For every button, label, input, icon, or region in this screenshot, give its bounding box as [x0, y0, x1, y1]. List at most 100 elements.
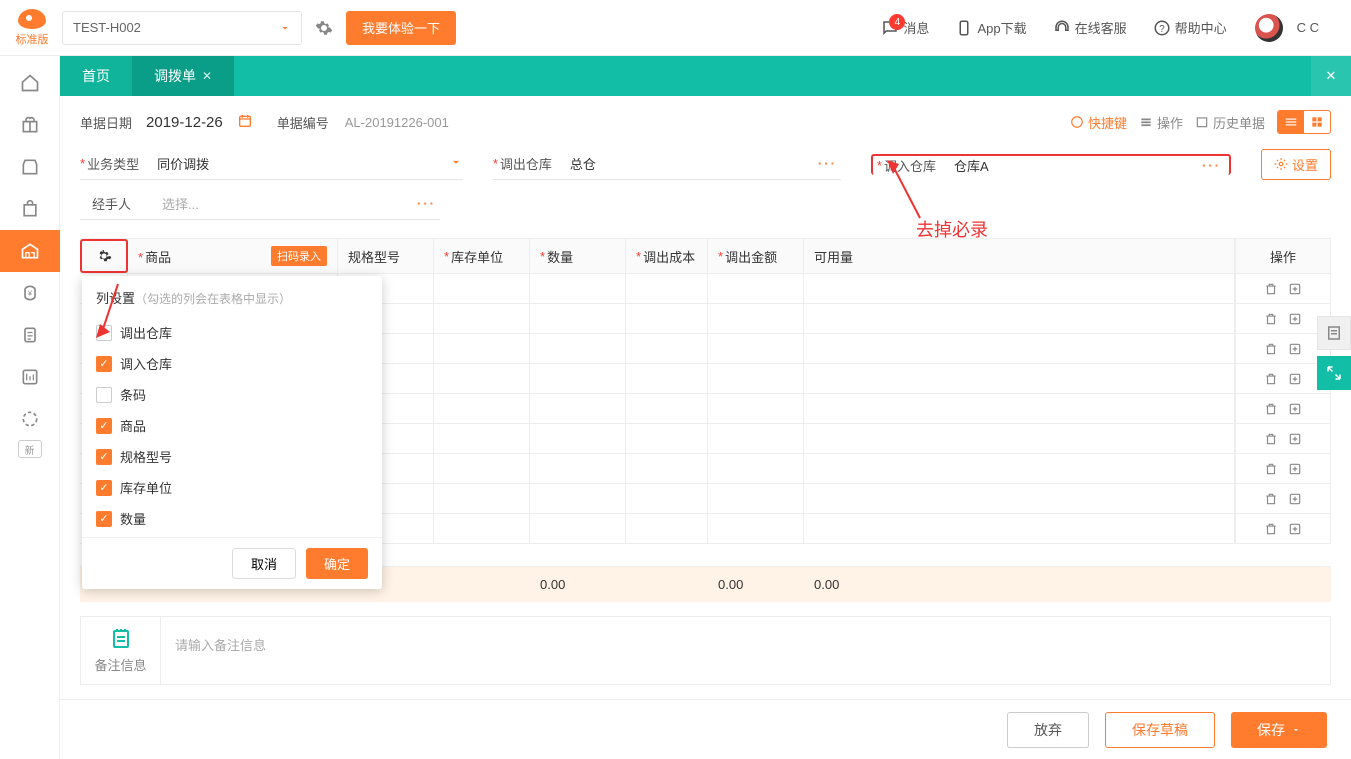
more-icon[interactable]: ···: [814, 156, 841, 171]
float-expand-button[interactable]: [1317, 356, 1351, 390]
column-option[interactable]: 调入仓库: [96, 348, 368, 379]
delete-icon[interactable]: [1264, 372, 1278, 386]
close-tab-icon[interactable]: ✕: [202, 69, 212, 83]
nav-clipboard[interactable]: [0, 314, 60, 356]
tab-home[interactable]: 首页: [60, 56, 132, 96]
checkbox[interactable]: [96, 356, 112, 372]
messages-link[interactable]: 4 消息: [873, 18, 937, 37]
edition-label: 标准版: [12, 31, 52, 47]
column-option[interactable]: 商品: [96, 410, 368, 441]
remark-input[interactable]: 请输入备注信息: [161, 617, 1330, 684]
column-option-label: 调入仓库: [120, 354, 172, 373]
checkbox[interactable]: [96, 449, 112, 465]
add-row-icon[interactable]: [1288, 402, 1302, 416]
shortcut-link[interactable]: 快捷键: [1070, 113, 1127, 132]
column-option-label: 数量: [120, 509, 146, 528]
add-row-icon[interactable]: [1288, 372, 1302, 386]
col-spec: 规格型号: [338, 239, 434, 273]
more-icon[interactable]: ···: [1198, 158, 1225, 173]
grid-view-toggle[interactable]: [1304, 111, 1330, 133]
column-option-label: 商品: [120, 416, 146, 435]
col-settings-title: 列设置: [96, 291, 135, 306]
org-selector[interactable]: TEST-H002: [62, 11, 302, 45]
biz-type-field[interactable]: *业务类型 同价调拨: [80, 148, 463, 180]
tab-transfer-order[interactable]: 调拨单 ✕: [132, 56, 234, 96]
app-download-link[interactable]: App下载: [947, 18, 1034, 37]
headset-icon: [1053, 19, 1071, 37]
checkbox[interactable]: [96, 480, 112, 496]
nav-gift[interactable]: [0, 104, 60, 146]
checkbox[interactable]: [96, 511, 112, 527]
save-button[interactable]: 保存: [1231, 712, 1327, 748]
total-available: 0.00: [804, 577, 1235, 592]
customer-service-link[interactable]: 在线客服: [1045, 18, 1135, 37]
column-option[interactable]: 条码: [96, 379, 368, 410]
nav-home[interactable]: [0, 62, 60, 104]
column-option[interactable]: 数量: [96, 503, 368, 533]
save-draft-button[interactable]: 保存草稿: [1105, 712, 1215, 748]
col-ok-button[interactable]: 确定: [306, 548, 368, 579]
history-link[interactable]: 历史单据: [1195, 113, 1265, 132]
abandon-button[interactable]: 放弃: [1007, 712, 1089, 748]
delete-icon[interactable]: [1264, 282, 1278, 296]
logo: 标准版: [12, 9, 52, 47]
delete-icon[interactable]: [1264, 522, 1278, 536]
list-view-toggle[interactable]: [1278, 111, 1304, 133]
nav-new[interactable]: 新: [18, 440, 42, 458]
column-settings-button[interactable]: [80, 239, 128, 273]
download-label: App下载: [977, 18, 1026, 37]
add-row-icon[interactable]: [1288, 342, 1302, 356]
delete-icon[interactable]: [1264, 462, 1278, 476]
note-icon: [109, 627, 133, 651]
col-product: *商品扫码录入: [128, 239, 338, 273]
help-center-link[interactable]: ? 帮助中心: [1145, 18, 1235, 37]
nav-money[interactable]: ¥: [0, 272, 60, 314]
nav-sync[interactable]: [0, 398, 60, 440]
side-float-buttons: [1317, 316, 1351, 390]
chevron-down-icon: [449, 155, 463, 172]
date-value[interactable]: 2019-12-26: [142, 112, 227, 133]
nav-report[interactable]: [0, 356, 60, 398]
nav-shop[interactable]: [0, 146, 60, 188]
checkbox[interactable]: [96, 325, 112, 341]
handler-field[interactable]: 经手人 选择... ···: [80, 188, 440, 220]
col-settings-hint: （勾选的列会在表格中显示）: [135, 292, 291, 306]
delete-icon[interactable]: [1264, 492, 1278, 506]
topbar: 标准版 TEST-H002 我要体验一下 4 消息 App下载 在线客服 ? 帮…: [0, 0, 1351, 56]
service-label: 在线客服: [1075, 18, 1127, 37]
scan-input-tag[interactable]: 扫码录入: [271, 246, 327, 266]
nav-warehouse[interactable]: [0, 230, 60, 272]
out-warehouse-field[interactable]: *调出仓库 总仓 ···: [493, 148, 841, 180]
column-option[interactable]: 库存单位: [96, 472, 368, 503]
more-icon[interactable]: ···: [413, 196, 440, 211]
delete-icon[interactable]: [1264, 342, 1278, 356]
nav-bag[interactable]: [0, 188, 60, 230]
delete-icon[interactable]: [1264, 402, 1278, 416]
delete-icon[interactable]: [1264, 432, 1278, 446]
in-warehouse-field[interactable]: *调入仓库 仓库A ···: [871, 154, 1231, 175]
add-row-icon[interactable]: [1288, 522, 1302, 536]
add-row-icon[interactable]: [1288, 462, 1302, 476]
doc-no-label: 单据编号: [277, 113, 329, 132]
user-avatar[interactable]: [1255, 14, 1283, 42]
add-row-icon[interactable]: [1288, 312, 1302, 326]
add-row-icon[interactable]: [1288, 432, 1302, 446]
float-note-button[interactable]: [1317, 316, 1351, 350]
column-option[interactable]: 规格型号: [96, 441, 368, 472]
chevron-down-icon: [279, 22, 291, 34]
org-name: TEST-H002: [73, 20, 141, 35]
close-all-tabs[interactable]: ✕: [1311, 56, 1351, 96]
column-option[interactable]: 调出仓库: [96, 317, 368, 348]
checkbox[interactable]: [96, 387, 112, 403]
field-settings-button[interactable]: 设置: [1261, 149, 1331, 180]
delete-icon[interactable]: [1264, 312, 1278, 326]
calendar-icon[interactable]: [237, 113, 253, 132]
operations-link[interactable]: 操作: [1139, 113, 1183, 132]
column-option-label: 规格型号: [120, 447, 172, 466]
settings-gear-icon[interactable]: [312, 16, 336, 40]
col-cancel-button[interactable]: 取消: [232, 548, 296, 579]
add-row-icon[interactable]: [1288, 492, 1302, 506]
add-row-icon[interactable]: [1288, 282, 1302, 296]
try-experience-button[interactable]: 我要体验一下: [346, 11, 456, 45]
checkbox[interactable]: [96, 418, 112, 434]
